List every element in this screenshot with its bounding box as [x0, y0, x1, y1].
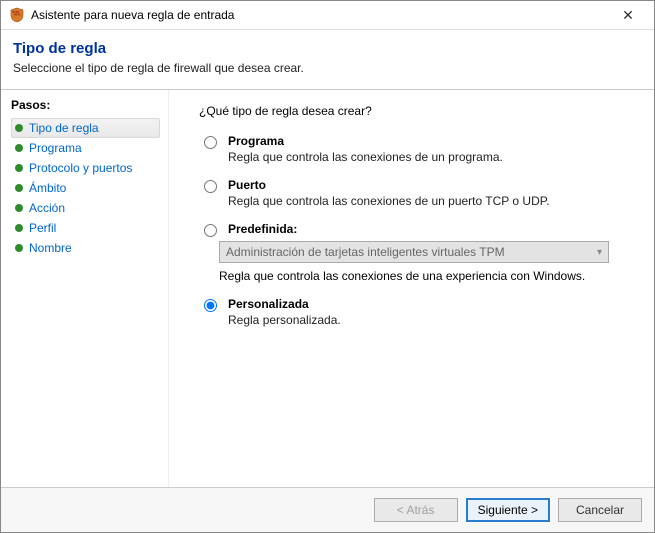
step-nombre[interactable]: Nombre	[11, 238, 160, 258]
step-label: Tipo de regla	[29, 121, 99, 135]
option-text: Personalizada Regla personalizada.	[228, 297, 341, 327]
option-predefinida[interactable]: Predefinida:	[199, 222, 636, 237]
step-ambito[interactable]: Ámbito	[11, 178, 160, 198]
option-programa[interactable]: Programa Regla que controla las conexion…	[199, 134, 636, 164]
step-programa[interactable]: Programa	[11, 138, 160, 158]
step-label: Acción	[29, 201, 65, 215]
step-dot-icon	[15, 244, 23, 252]
radio-personalizada[interactable]	[204, 299, 217, 312]
step-protocolo-y-puertos[interactable]: Protocolo y puertos	[11, 158, 160, 178]
step-accion[interactable]: Acción	[11, 198, 160, 218]
option-desc: Regla que controla las conexiones de un …	[228, 150, 503, 164]
titlebar: Asistente para nueva regla de entrada ✕	[1, 1, 654, 30]
step-label: Ámbito	[29, 181, 66, 195]
option-label: Personalizada	[228, 297, 341, 311]
option-puerto[interactable]: Puerto Regla que controla las conexiones…	[199, 178, 636, 208]
step-dot-icon	[15, 144, 23, 152]
page-subtitle: Seleccione el tipo de regla de firewall …	[13, 61, 642, 75]
option-text: Puerto Regla que controla las conexiones…	[228, 178, 550, 208]
wizard-body: Pasos: Tipo de regla Programa Protocolo …	[1, 90, 654, 487]
step-label: Protocolo y puertos	[29, 161, 132, 175]
step-dot-icon	[15, 164, 23, 172]
step-label: Perfil	[29, 221, 56, 235]
steps-sidebar: Pasos: Tipo de regla Programa Protocolo …	[1, 90, 169, 487]
firewall-shield-icon	[9, 7, 25, 23]
option-label: Predefinida:	[228, 222, 297, 236]
option-text: Programa Regla que controla las conexion…	[228, 134, 503, 164]
predefined-select: Administración de tarjetas inteligentes …	[219, 241, 609, 263]
radio-puerto[interactable]	[204, 180, 217, 193]
step-dot-icon	[15, 204, 23, 212]
option-desc: Regla personalizada.	[228, 313, 341, 327]
option-personalizada[interactable]: Personalizada Regla personalizada.	[199, 297, 636, 327]
step-dot-icon	[15, 224, 23, 232]
option-text: Predefinida:	[228, 222, 297, 236]
option-label: Puerto	[228, 178, 550, 192]
main-panel: ¿Qué tipo de regla desea crear? Programa…	[169, 90, 654, 487]
back-button: < Atrás	[374, 498, 458, 522]
step-perfil[interactable]: Perfil	[11, 218, 160, 238]
option-desc: Regla que controla las conexiones de un …	[228, 194, 550, 208]
step-dot-icon	[15, 184, 23, 192]
close-icon: ✕	[622, 7, 634, 24]
wizard-header: Tipo de regla Seleccione el tipo de regl…	[1, 30, 654, 90]
option-predefinida-group: Predefinida: Administración de tarjetas …	[199, 222, 636, 283]
option-label: Programa	[228, 134, 503, 148]
window-title: Asistente para nueva regla de entrada	[31, 8, 608, 22]
step-tipo-de-regla[interactable]: Tipo de regla	[11, 118, 160, 138]
wizard-footer: < Atrás Siguiente > Cancelar	[1, 487, 654, 532]
next-button[interactable]: Siguiente >	[466, 498, 550, 522]
predefined-select-value: Administración de tarjetas inteligentes …	[226, 245, 505, 259]
chevron-down-icon: ▾	[597, 247, 602, 258]
option-desc: Regla que controla las conexiones de una…	[219, 269, 636, 283]
question-text: ¿Qué tipo de regla desea crear?	[199, 104, 636, 118]
radio-programa[interactable]	[204, 136, 217, 149]
page-title: Tipo de regla	[13, 40, 642, 57]
steps-heading: Pasos:	[11, 98, 160, 112]
wizard-window: Asistente para nueva regla de entrada ✕ …	[0, 0, 655, 533]
step-dot-icon	[15, 124, 23, 132]
cancel-button[interactable]: Cancelar	[558, 498, 642, 522]
radio-predefinida[interactable]	[204, 224, 217, 237]
close-button[interactable]: ✕	[608, 5, 648, 25]
step-label: Nombre	[29, 241, 72, 255]
step-label: Programa	[29, 141, 82, 155]
